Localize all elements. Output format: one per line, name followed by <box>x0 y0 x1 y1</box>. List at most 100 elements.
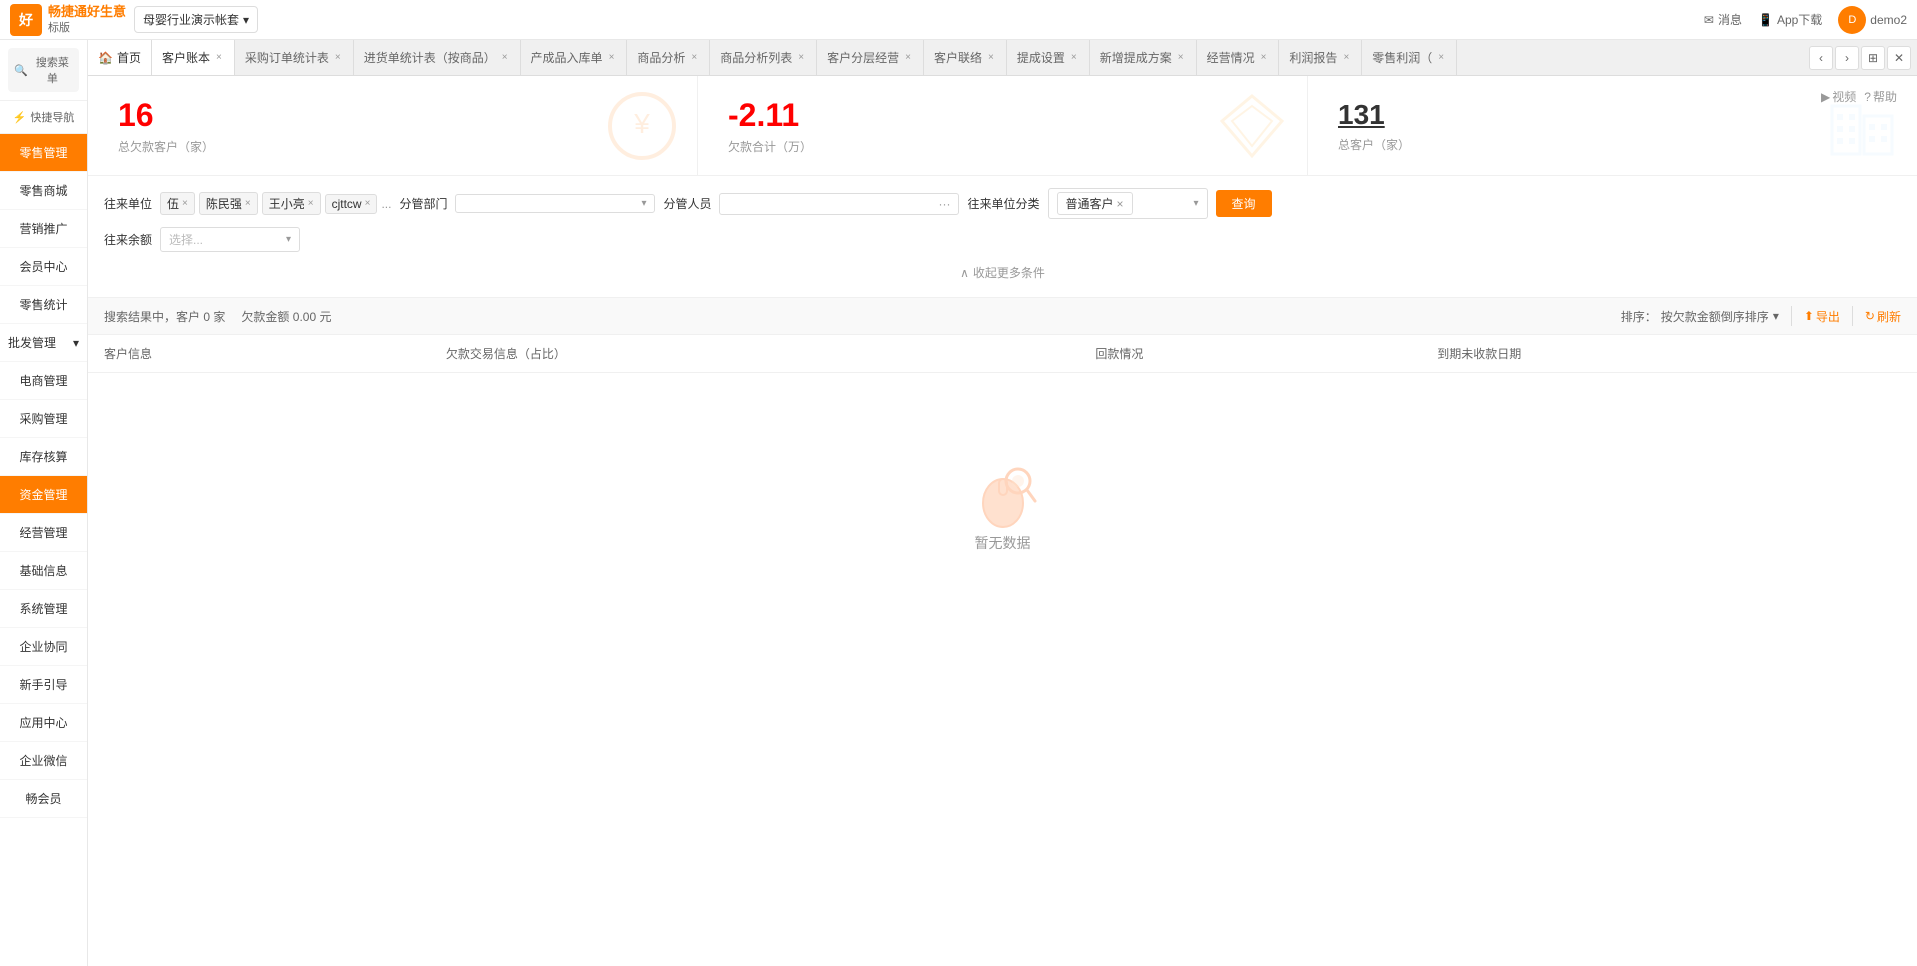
collapse-label: 收起更多条件 <box>973 264 1045 281</box>
dept-dropdown[interactable]: ▾ <box>455 194 655 213</box>
tab-close-icon[interactable]: × <box>796 52 806 63</box>
sidebar-item-ecommerce[interactable]: 电商管理 <box>0 362 87 400</box>
content-area: 🏠 首页 客户账本 × 采购订单统计表 × 进货单统计表（按商品） × 产成品入… <box>88 40 1917 966</box>
sidebar-item-marketing[interactable]: 营销推广 <box>0 210 87 248</box>
sidebar-item-finance[interactable]: 资金管理 <box>0 476 87 514</box>
unit-class-dropdown[interactable]: 普通客户 × ▾ <box>1048 188 1208 219</box>
tab-prev-button[interactable]: ‹ <box>1809 46 1833 70</box>
sidebar-item-operations[interactable]: 经营管理 <box>0 514 87 552</box>
quick-nav-button[interactable]: ⚡ 快捷导航 <box>0 101 87 134</box>
header-right: ✉ 消息 📱 App下载 D demo2 <box>1704 6 1907 34</box>
sidebar-item-app-center[interactable]: 应用中心 <box>0 704 87 742</box>
tab-close-icon[interactable]: × <box>903 52 913 63</box>
remove-tag-wu[interactable]: × <box>182 198 188 209</box>
export-button[interactable]: ⬆ 导出 <box>1804 308 1840 325</box>
header-left: 好 畅捷通好生意 标版 母婴行业演示帐套 ▾ <box>10 4 258 36</box>
store-selector[interactable]: 母婴行业演示帐套 ▾ <box>134 6 258 33</box>
app-download-action[interactable]: 📱 App下载 <box>1758 11 1822 28</box>
sidebar-item-retail-mgmt[interactable]: 零售管理 <box>0 134 87 172</box>
tab-close-icon[interactable]: × <box>986 52 996 63</box>
collapse-button[interactable]: ∧ 收起更多条件 <box>960 264 1045 281</box>
tab-close-icon[interactable]: × <box>1259 52 1269 63</box>
tab-close-icon[interactable]: × <box>333 52 343 63</box>
empty-state-text: 暂无数据 <box>975 533 1031 553</box>
tag-text: 普通客户 <box>1066 195 1114 212</box>
remove-tag-wang[interactable]: × <box>308 198 314 209</box>
sidebar-item-purchase-mgmt[interactable]: 采购管理 <box>0 400 87 438</box>
video-link[interactable]: ▶ 视频 <box>1821 88 1856 105</box>
sidebar-label: 新手引导 <box>19 678 67 692</box>
search-menu-label: 搜索菜单 <box>32 54 73 86</box>
filter-tag-wang: 王小亮 × <box>262 192 321 215</box>
sidebar-item-enterprise-coop[interactable]: 企业协同 <box>0 628 87 666</box>
tag-text: 伍 <box>167 195 179 212</box>
stat-label-debt-customers: 总欠款客户（家） <box>118 138 214 155</box>
remove-tag-chen[interactable]: × <box>245 198 251 209</box>
tab-close-icon[interactable]: × <box>1436 52 1446 63</box>
remove-tag-cjttcw[interactable]: × <box>365 198 371 209</box>
tab-close-icon[interactable]: × <box>214 52 224 63</box>
divider <box>1791 306 1792 326</box>
tab-close-icon[interactable]: × <box>1176 52 1186 63</box>
tab-cost-inbound[interactable]: 产成品入库单 × <box>521 40 628 76</box>
tab-purchase-order[interactable]: 采购订单统计表 × <box>235 40 354 76</box>
stat-label-debt-total: 欠款合计（万） <box>728 138 812 155</box>
tab-customer-account[interactable]: 客户账本 × <box>152 40 235 76</box>
sidebar-search: 🔍 搜索菜单 <box>0 40 87 101</box>
sidebar-item-new-guide[interactable]: 新手引导 <box>0 666 87 704</box>
sidebar-item-basic-info[interactable]: 基础信息 <box>0 552 87 590</box>
sidebar-item-vip-member[interactable]: 畅会员 <box>0 780 87 818</box>
user-action[interactable]: D demo2 <box>1838 6 1907 34</box>
sidebar-item-wholesale-mgmt[interactable]: 批发管理 ▾ <box>0 324 87 362</box>
sidebar-label: 零售管理 <box>19 146 67 160</box>
sort-select[interactable]: 排序： 按欠款金额倒序排序 ▾ <box>1621 308 1779 325</box>
tab-product-analysis-list[interactable]: 商品分析列表 × <box>710 40 817 76</box>
refresh-button[interactable]: ↻ 刷新 <box>1865 308 1901 325</box>
more-tags-icon[interactable]: ... <box>381 197 391 211</box>
col-header-due-date: 到期未收款日期 <box>1421 335 1917 373</box>
balance-dropdown[interactable]: 选择... ▾ <box>160 227 300 252</box>
stat-main-total-customers: 131 总客户（家） <box>1338 98 1410 153</box>
tab-customer-segment[interactable]: 客户分层经营 × <box>817 40 924 76</box>
sidebar-item-member-center[interactable]: 会员中心 <box>0 248 87 286</box>
tab-promotion-settings[interactable]: 提成设置 × <box>1007 40 1090 76</box>
sidebar-item-enterprise-wechat[interactable]: 企业微信 <box>0 742 87 780</box>
tab-customer-contact[interactable]: 客户联络 × <box>924 40 1007 76</box>
tab-next-button[interactable]: › <box>1835 46 1859 70</box>
tab-business-status[interactable]: 经营情况 × <box>1197 40 1280 76</box>
sidebar-label: 采购管理 <box>19 412 67 426</box>
tab-product-analysis[interactable]: 商品分析 × <box>627 40 710 76</box>
sidebar-label: 基础信息 <box>19 564 67 578</box>
sidebar-label: 应用中心 <box>19 716 67 730</box>
tab-close-all-button[interactable]: ✕ <box>1887 46 1911 70</box>
tab-close-icon[interactable]: × <box>1341 52 1351 63</box>
tab-expand-button[interactable]: ⊞ <box>1861 46 1885 70</box>
tab-retail-profit[interactable]: 零售利润（ × <box>1362 40 1457 76</box>
person-dropdown[interactable]: ··· <box>719 193 959 215</box>
tab-close-icon[interactable]: × <box>500 52 510 63</box>
data-table: 客户信息 欠款交易信息（占比） 回款情况 到期未收款日期 <box>88 335 1917 373</box>
home-icon: 🏠 <box>98 51 113 65</box>
collapse-row: ∧ 收起更多条件 <box>104 260 1901 285</box>
tab-close-icon[interactable]: × <box>607 52 617 63</box>
message-action[interactable]: ✉ 消息 <box>1704 11 1742 28</box>
debt-unit: 元 <box>319 310 331 324</box>
help-link[interactable]: ? 帮助 <box>1864 88 1897 105</box>
tab-profit-report[interactable]: 利润报告 × <box>1279 40 1362 76</box>
sidebar-item-retail-mall[interactable]: 零售商城 <box>0 172 87 210</box>
tab-new-achievement[interactable]: 新增提成方案 × <box>1090 40 1197 76</box>
sidebar-item-retail-stats[interactable]: 零售统计 <box>0 286 87 324</box>
balance-filter-label: 往来余额 <box>104 231 152 248</box>
tab-close-icon[interactable]: × <box>689 52 699 63</box>
tab-inbound-stats[interactable]: 进货单统计表（按商品） × <box>354 40 521 76</box>
sidebar-item-system-mgmt[interactable]: 系统管理 <box>0 590 87 628</box>
sidebar-item-inventory[interactable]: 库存核算 <box>0 438 87 476</box>
query-button[interactable]: 查询 <box>1216 190 1272 217</box>
tab-close-icon[interactable]: × <box>1069 52 1079 63</box>
message-icon: ✉ <box>1704 13 1714 27</box>
tab-home[interactable]: 🏠 首页 <box>88 40 152 76</box>
search-menu-button[interactable]: 🔍 搜索菜单 <box>8 48 79 92</box>
unit-class-filter-label: 往来单位分类 <box>967 195 1039 212</box>
remove-unit-class-tag[interactable]: × <box>1117 197 1124 211</box>
col-header-repayment: 回款情况 <box>1079 335 1421 373</box>
